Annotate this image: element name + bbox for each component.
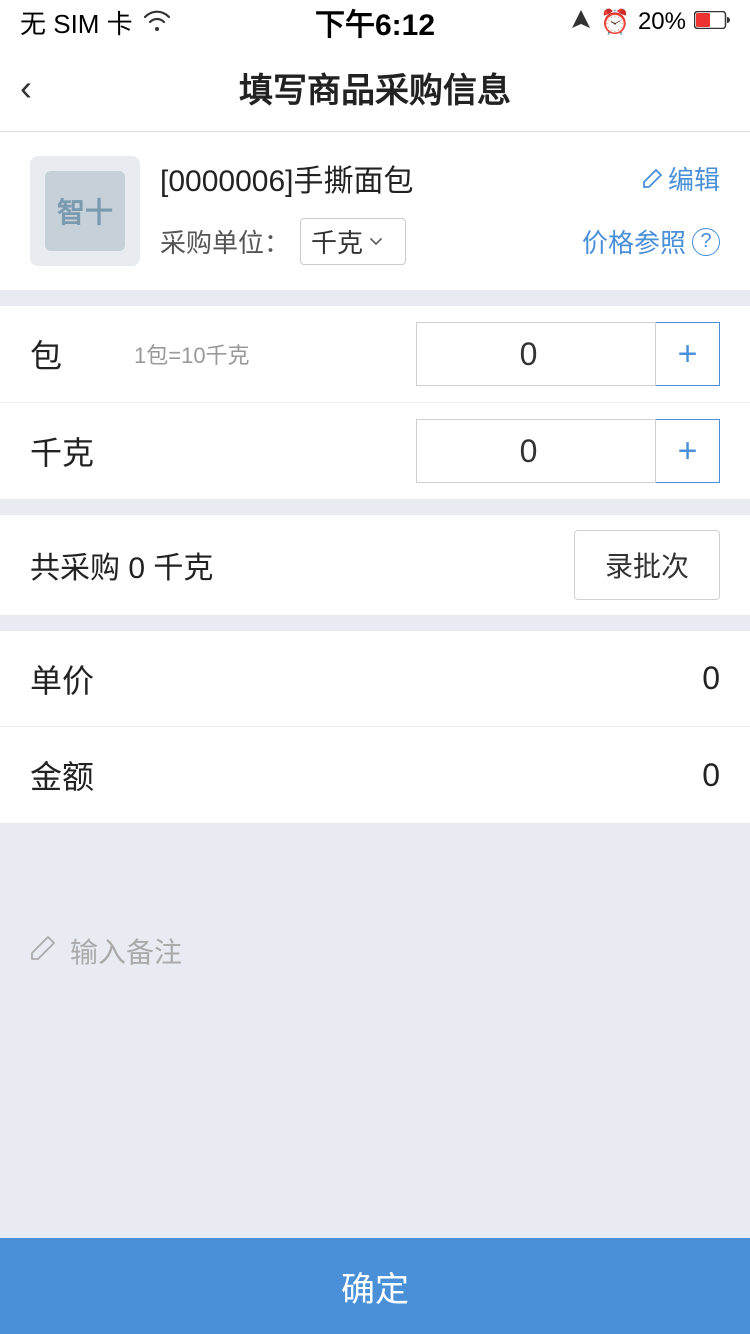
amount-row: 金额 0	[0, 727, 750, 823]
unit-price-row: 单价 0	[0, 631, 750, 727]
kg-input-row: 千克 +	[0, 403, 750, 499]
status-time: 下午6:12	[315, 0, 435, 44]
notes-placeholder[interactable]: 输入备注	[70, 931, 182, 971]
kg-input-control: +	[416, 419, 720, 483]
kg-input-section: 千克 +	[0, 403, 750, 499]
alarm-icon: ⏰	[600, 8, 630, 37]
edit-button[interactable]: 编辑	[642, 160, 720, 197]
product-thumb-text: 智十	[45, 171, 125, 251]
wifi-icon	[143, 7, 171, 38]
kg-plus-button[interactable]: +	[656, 419, 720, 483]
back-button[interactable]: ‹	[20, 67, 32, 109]
record-batch-button[interactable]: 录批次	[574, 530, 720, 600]
summary-row: 共采购 0 千克 录批次	[0, 515, 750, 615]
notes-section[interactable]: 输入备注	[0, 823, 750, 1079]
price-amount-section: 单价 0 金额 0	[0, 631, 750, 823]
amount-value: 0	[702, 757, 720, 794]
product-thumbnail: 智十	[30, 156, 140, 266]
bag-sub-label: 1包=10千克	[134, 338, 250, 370]
bag-label: 包	[30, 331, 130, 377]
separator-2	[0, 499, 750, 515]
page-title: 填写商品采购信息	[239, 63, 511, 112]
unit-label: 采购单位：	[160, 223, 290, 260]
confirm-button[interactable]: 确定	[0, 1238, 750, 1334]
summary-text: 共采购 0 千克	[30, 543, 213, 587]
kg-quantity-input[interactable]	[416, 419, 656, 483]
amount-label: 金额	[30, 752, 94, 798]
product-name-row: [0000006]手撕面包 编辑	[160, 156, 720, 200]
nav-bar: ‹ 填写商品采购信息	[0, 44, 750, 132]
price-ref-help-icon: ?	[692, 228, 720, 256]
bag-quantity-input[interactable]	[416, 322, 656, 386]
separator-3	[0, 615, 750, 631]
carrier-text: 无 SIM 卡	[20, 4, 133, 41]
separator-1	[0, 290, 750, 306]
unit-price-value: 0	[702, 660, 720, 697]
bag-plus-button[interactable]: +	[656, 322, 720, 386]
status-right: ⏰ 20%	[570, 8, 730, 37]
status-bar: 无 SIM 卡 下午6:12 ⏰ 20%	[0, 0, 750, 44]
bottom-spacer	[0, 1079, 750, 1239]
unit-value: 千克	[311, 223, 363, 260]
unit-row: 采购单位： 千克 价格参照 ?	[160, 218, 720, 265]
content-area: 智十 [0000006]手撕面包 编辑 采购单位： 千克	[0, 132, 750, 1334]
bag-input-section: 包 1包=10千克 +	[0, 306, 750, 402]
product-info: [0000006]手撕面包 编辑 采购单位： 千克	[160, 156, 720, 265]
unit-select[interactable]: 千克	[300, 218, 406, 265]
unit-price-label: 单价	[30, 656, 94, 702]
battery-percent: 20%	[638, 8, 686, 36]
status-left: 无 SIM 卡	[20, 4, 171, 41]
battery-icon	[694, 8, 730, 36]
bag-input-row: 包 1包=10千克 +	[0, 306, 750, 402]
price-ref-label: 价格参照	[582, 223, 686, 260]
unit-selector-group: 采购单位： 千克	[160, 218, 406, 265]
kg-label: 千克	[30, 428, 130, 474]
price-reference-button[interactable]: 价格参照 ?	[582, 223, 720, 260]
bag-input-control: +	[416, 322, 720, 386]
product-name: [0000006]手撕面包	[160, 156, 413, 200]
chevron-down-icon	[367, 233, 385, 251]
product-card: 智十 [0000006]手撕面包 编辑 采购单位： 千克	[0, 132, 750, 290]
location-icon	[570, 8, 592, 37]
pencil-icon	[30, 933, 58, 968]
